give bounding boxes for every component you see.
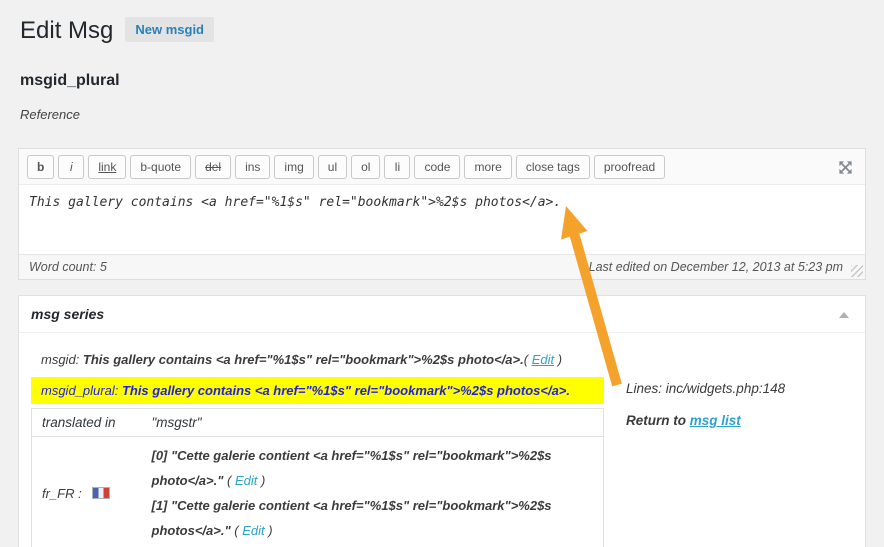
quicktag-li-button[interactable]: li xyxy=(384,155,411,179)
page-header: Edit Msg New msgid xyxy=(0,0,884,46)
page-title: Edit Msg xyxy=(20,17,114,44)
quicktag-img-button[interactable]: img xyxy=(274,155,314,179)
edit-msgid-link[interactable]: Edit xyxy=(532,352,554,367)
msgstr-entry-0: [0] "Cette galerie contient <a href="%1$… xyxy=(151,448,552,488)
quicktag-del-button[interactable]: del xyxy=(195,155,232,179)
translated-in-header: translated in xyxy=(42,415,116,430)
quicktag-ul-button[interactable]: ul xyxy=(317,155,348,179)
msgstr-entry-1: [1] "Cette galerie contient <a href="%1$… xyxy=(151,498,552,538)
quicktag-code-button[interactable]: code xyxy=(414,155,461,179)
fullscreen-icon[interactable] xyxy=(838,160,853,175)
metabox-body: msgid: This gallery contains <a href="%1… xyxy=(19,333,865,547)
resize-grip-icon[interactable] xyxy=(851,265,863,277)
edit-msgstr-1-link[interactable]: Edit xyxy=(242,523,264,538)
msgid-plural-heading: msgid_plural xyxy=(20,72,120,89)
last-edited-text: Last edited on December 12, 2013 at 5:23… xyxy=(588,260,843,274)
editor-box: b i link b-quote del ins img ul ol li code more clos… xyxy=(18,148,866,280)
msgstr-header: "msgstr" xyxy=(151,415,202,430)
quicktag-b-button[interactable]: b xyxy=(27,155,55,179)
word-count: Word count: 5 xyxy=(29,260,107,274)
metabox-sidebar: Lines: inc/widgets.php:148 Return to msg… xyxy=(626,343,785,547)
reference-label: Reference xyxy=(20,107,80,122)
msgstr-cell: [0] "Cette galerie contient <a href="%1$… xyxy=(142,437,604,547)
france-flag-icon xyxy=(91,486,110,499)
msgid-row: msgid: This gallery contains <a href="%1… xyxy=(41,352,563,367)
quicktag-ol-button[interactable]: ol xyxy=(351,155,381,179)
quicktag-ins-button[interactable]: ins xyxy=(235,155,271,179)
quicktags-toolbar: b i link b-quote del ins img ul ol li code more clos… xyxy=(19,149,865,185)
collapse-toggle-icon[interactable] xyxy=(839,312,849,318)
locale-cell: fr_FR : xyxy=(32,437,142,547)
table-row: fr_FR : [0] "Cette galerie contient <a h… xyxy=(32,437,604,547)
metabox-title: msg series xyxy=(31,306,105,322)
msgid-plural-row-highlighted: msgid_plural: This gallery contains <a h… xyxy=(31,377,604,404)
table-header-row: translated in "msgstr" xyxy=(31,409,604,437)
quicktags-buttons: b i link b-quote del ins img ul ol li code more clos… xyxy=(27,155,669,179)
translations-table: translated in "msgstr" fr_FR : [0] "Cett… xyxy=(31,408,604,547)
metabox-header[interactable]: msg series xyxy=(19,296,865,333)
editor-statusbar: Word count: 5 Last edited on December 12… xyxy=(19,254,865,279)
return-row: Return to msg list xyxy=(626,413,741,428)
message-textarea[interactable]: This gallery contains <a href="%1$s" rel… xyxy=(19,185,865,254)
msg-series-metabox: msg series msgid: This gallery contains … xyxy=(18,295,866,547)
quicktag-close-tags-button[interactable]: close tags xyxy=(515,155,590,179)
quicktag-link-button[interactable]: link xyxy=(88,155,127,179)
msg-details-column: msgid: This gallery contains <a href="%1… xyxy=(31,343,604,547)
edit-msgstr-0-link[interactable]: Edit xyxy=(235,473,257,488)
quicktag-more-button[interactable]: more xyxy=(464,155,512,179)
quicktag-b-quote-button[interactable]: b-quote xyxy=(130,155,192,179)
quicktag-i-button[interactable]: i xyxy=(58,155,85,179)
msg-list-link[interactable]: msg list xyxy=(690,413,741,428)
quicktag-proofread-button[interactable]: proofread xyxy=(593,155,666,179)
new-msgid-button[interactable]: New msgid xyxy=(125,17,214,42)
edit-msg-page: Edit Msg New msgid msgid_plural Reference… xyxy=(0,0,884,547)
lines-reference: Lines: inc/widgets.php:148 xyxy=(626,381,786,396)
